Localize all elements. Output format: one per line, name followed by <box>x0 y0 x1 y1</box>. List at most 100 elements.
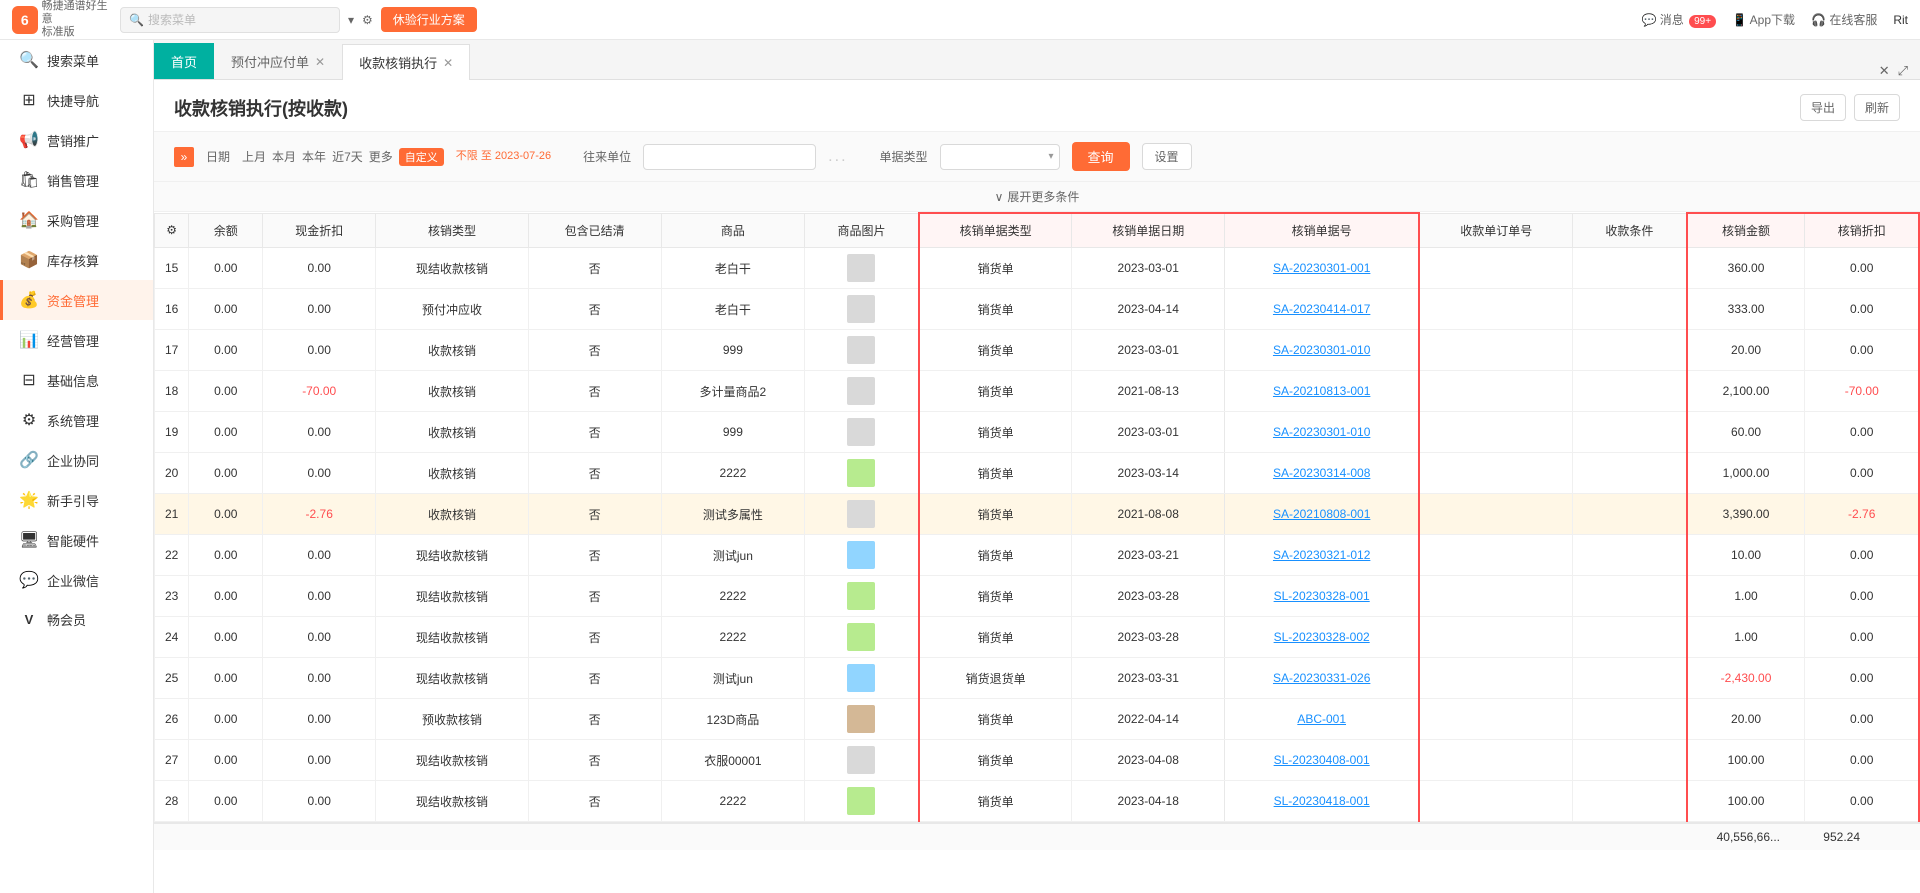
page-title: 收款核销执行(按收款) <box>174 95 348 121</box>
td-row-no: 22 <box>155 535 189 576</box>
top-bar: 6 畅捷通谱好生意 标准版 🔍 搜索菜单 ▾ ⚙ 休验行业方案 💬 消息 99+… <box>0 0 1920 40</box>
td-write-off-type: 预收款核销 <box>376 699 528 740</box>
filter-bar: » 日期 上月 本月 本年 近7天 更多 自定义 不限 至 2023-07-26… <box>154 132 1920 182</box>
filter-expand-button[interactable]: » <box>174 147 194 167</box>
td-bill-no[interactable]: SA-20230301-010 <box>1224 412 1419 453</box>
sidebar-item-system[interactable]: ⚙ 系统管理 <box>0 400 153 440</box>
window-close-icon[interactable]: ✕ <box>1879 63 1890 79</box>
tab-prepay[interactable]: 预付冲应付单 ✕ <box>214 43 342 79</box>
td-receipt-condition <box>1573 371 1687 412</box>
td-include-settled: 否 <box>528 453 661 494</box>
date-this-month[interactable]: 本月 <box>272 148 296 166</box>
sidebar-item-member[interactable]: V 畅会员 <box>0 600 153 639</box>
td-include-settled: 否 <box>528 617 661 658</box>
td-bill-no[interactable]: SA-20230314-008 <box>1224 453 1419 494</box>
td-bill-no[interactable]: SL-20230328-001 <box>1224 576 1419 617</box>
sidebar-item-finance[interactable]: 💰 资金管理 <box>0 280 153 320</box>
td-bill-type: 销货单 <box>919 535 1072 576</box>
td-receipt-condition <box>1573 248 1687 289</box>
tab-prepay-label: 预付冲应付单 <box>231 52 309 71</box>
from-unit-input[interactable] <box>643 144 816 170</box>
sidebar-item-wechat[interactable]: 💬 企业微信 <box>0 560 153 600</box>
td-bill-no[interactable]: SL-20230408-001 <box>1224 740 1419 781</box>
top-search-box: 🔍 搜索菜单 <box>120 7 340 33</box>
date-this-year[interactable]: 本年 <box>302 148 326 166</box>
td-write-off-discount: 0.00 <box>1805 330 1919 371</box>
td-include-settled: 否 <box>528 412 661 453</box>
sidebar-item-operation[interactable]: 📊 经营管理 <box>0 320 153 360</box>
setting-button[interactable]: 设置 <box>1142 143 1192 170</box>
sidebar-item-hardware[interactable]: 🖥 智能硬件 <box>0 520 153 560</box>
td-write-off-amount: -2,430.00 <box>1687 658 1805 699</box>
dropdown-arrow[interactable]: ▾ <box>348 13 354 27</box>
table-row: 25 0.00 0.00 现结收款核销 否 测试jun 销货退货单 2023-0… <box>155 658 1920 699</box>
tab-writeoff-close[interactable]: ✕ <box>443 56 453 70</box>
td-bill-no[interactable]: SL-20230328-002 <box>1224 617 1419 658</box>
tab-home[interactable]: 首页 <box>154 43 214 79</box>
td-bill-date: 2023-03-01 <box>1072 412 1224 453</box>
td-receipt-order-no <box>1419 576 1572 617</box>
td-bill-no[interactable]: SA-20230414-017 <box>1224 289 1419 330</box>
sidebar-item-sales[interactable]: 🛍 销售管理 <box>0 160 153 200</box>
sidebar-label-hardware: 智能硬件 <box>47 531 99 550</box>
td-product-img <box>805 658 919 699</box>
query-button[interactable]: 查询 <box>1072 142 1130 171</box>
tab-writeoff[interactable]: 收款核销执行 ✕ <box>342 44 470 80</box>
date-custom-button[interactable]: 自定义 <box>399 148 444 166</box>
sidebar-label-operation: 经营管理 <box>47 331 99 350</box>
enterprise-icon: 🔗 <box>19 450 39 470</box>
td-cash-discount: -70.00 <box>263 371 376 412</box>
industry-solution-button[interactable]: 休验行业方案 <box>381 7 477 32</box>
date-more[interactable]: 更多 <box>369 148 393 166</box>
refresh-button[interactable]: 刷新 <box>1854 94 1900 121</box>
sidebar-item-quicknav[interactable]: ⊞ 快捷导航 <box>0 80 153 120</box>
app-logo: 6 畅捷通谱好生意 标准版 <box>12 4 112 36</box>
app-download-btn[interactable]: 📱 App下载 <box>1732 11 1795 28</box>
main-content: 首页 预付冲应付单 ✕ 收款核销执行 ✕ ✕ ⤢ 收款核销执行(按收款) 导出 <box>154 40 1920 893</box>
sidebar-item-enterprise[interactable]: 🔗 企业协同 <box>0 440 153 480</box>
td-balance: 0.00 <box>189 494 263 535</box>
td-bill-no[interactable]: SA-20230301-001 <box>1224 248 1419 289</box>
tab-prepay-close[interactable]: ✕ <box>315 55 325 69</box>
td-bill-no[interactable]: SA-20210808-001 <box>1224 494 1419 535</box>
sidebar-item-basic[interactable]: ⊟ 基础信息 <box>0 360 153 400</box>
window-expand-icon[interactable]: ⤢ <box>1898 63 1908 79</box>
td-product-img <box>805 494 919 535</box>
td-bill-date: 2023-03-01 <box>1072 330 1224 371</box>
td-write-off-amount: 1,000.00 <box>1687 453 1805 494</box>
export-button[interactable]: 导出 <box>1800 94 1846 121</box>
message-btn[interactable]: 💬 消息 99+ <box>1641 11 1716 28</box>
single-type-select[interactable] <box>940 144 1060 170</box>
sidebar-item-marketing[interactable]: 📢 营销推广 <box>0 120 153 160</box>
table-row: 22 0.00 0.00 现结收款核销 否 测试jun 销货单 2023-03-… <box>155 535 1920 576</box>
td-product: 2222 <box>661 617 805 658</box>
td-write-off-discount: 0.00 <box>1805 740 1919 781</box>
th-write-off-type: 核销类型 <box>376 213 528 248</box>
sidebar-item-guide[interactable]: 🌟 新手引导 <box>0 480 153 520</box>
td-bill-date: 2023-03-28 <box>1072 617 1224 658</box>
td-bill-no[interactable]: SA-20230321-012 <box>1224 535 1419 576</box>
td-receipt-condition <box>1573 658 1687 699</box>
sidebar-item-purchase[interactable]: 🏠 采购管理 <box>0 200 153 240</box>
online-service-btn[interactable]: 🎧 在线客服 <box>1811 11 1877 28</box>
td-bill-no[interactable]: SL-20230418-001 <box>1224 781 1419 822</box>
td-product-img <box>805 453 919 494</box>
table-row: 16 0.00 0.00 预付冲应收 否 老白干 销货单 2023-04-14 … <box>155 289 1920 330</box>
sidebar-item-search[interactable]: 🔍 搜索菜单 <box>0 40 153 80</box>
td-cash-discount: 0.00 <box>263 535 376 576</box>
settings-icon-top[interactable]: ⚙ <box>362 13 373 27</box>
td-bill-no[interactable]: SA-20230301-010 <box>1224 330 1419 371</box>
td-bill-no[interactable]: SA-20230331-026 <box>1224 658 1419 699</box>
expand-more-button[interactable]: ∨ 展开更多条件 <box>995 188 1080 205</box>
sidebar-label-sales: 销售管理 <box>47 171 99 190</box>
sidebar-item-inventory[interactable]: 📦 库存核算 <box>0 240 153 280</box>
td-bill-no[interactable]: ABC-001 <box>1224 699 1419 740</box>
td-bill-no[interactable]: SA-20210813-001 <box>1224 371 1419 412</box>
page-header: 收款核销执行(按收款) 导出 刷新 <box>154 80 1920 132</box>
date-last-month[interactable]: 上月 <box>242 148 266 166</box>
td-row-no: 21 <box>155 494 189 535</box>
date-7days[interactable]: 近7天 <box>332 148 363 166</box>
td-bill-type: 销货单 <box>919 699 1072 740</box>
footer-write-off-discount: 952.24 <box>1800 830 1860 844</box>
td-include-settled: 否 <box>528 248 661 289</box>
